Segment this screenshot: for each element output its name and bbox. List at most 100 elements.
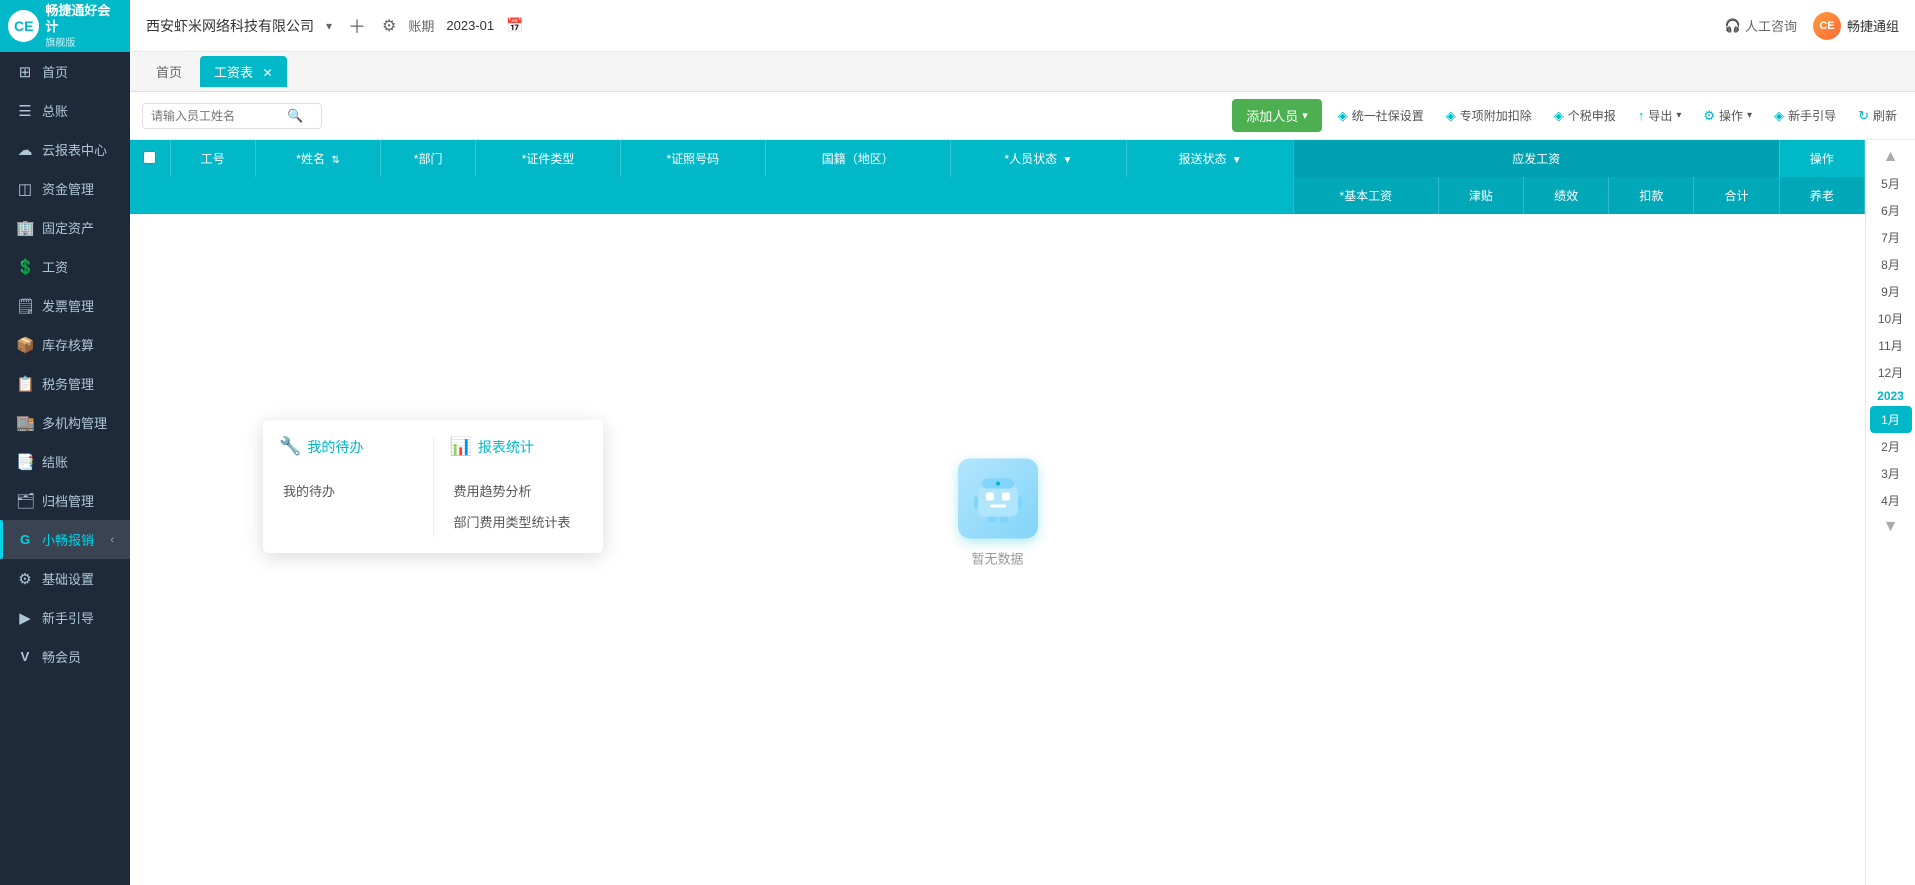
operations-action[interactable]: ⚙ 操作 ▾	[1697, 103, 1758, 128]
company-dropdown[interactable]: ▾	[326, 19, 332, 33]
toolbar-actions: 添加人员 ▾ ◈ 统一社保设置 ◈ 专项附加扣除 ◈ 个税申报 ↑ 导出 ▾ ⚙	[1232, 99, 1903, 132]
sidebar-item-fund[interactable]: ◫ 资金管理	[0, 169, 130, 208]
settings-icon[interactable]: ⚙	[382, 16, 396, 36]
sidebar-item-invoice[interactable]: 🗒 发票管理	[0, 286, 130, 325]
month-10[interactable]: 10月	[1870, 305, 1912, 332]
sidebar-item-fixed-assets[interactable]: 🏢 固定资产	[0, 208, 130, 247]
period-value: 2023-01	[446, 18, 494, 33]
tax-report-action[interactable]: ◈ 个税申报	[1548, 103, 1622, 128]
sidebar-item-ledger[interactable]: ☰ 总账	[0, 91, 130, 130]
empty-illustration	[958, 458, 1038, 538]
sidebar: CE 畅捷通好会计 旗舰版 ⊞ 首页 ☰ 总账 ☁ 云报表中心 ◫ 资金管理 🏢…	[0, 0, 130, 885]
month-6[interactable]: 6月	[1870, 197, 1912, 224]
month-1-active[interactable]: 1月	[1870, 406, 1912, 433]
sidebar-item-home[interactable]: ⊞ 首页	[0, 52, 130, 91]
pension-header: 养老	[1779, 177, 1864, 214]
popup-menu: 🔧 我的待办 我的待办 📊 报表统计 费用趋势分析 部门费用类型统计表	[263, 420, 603, 553]
month-12[interactable]: 12月	[1870, 359, 1912, 386]
fixed-assets-icon: 🏢	[16, 219, 34, 237]
export-action[interactable]: ↑ 导出 ▾	[1632, 103, 1688, 128]
popup-col1-title: 🔧 我的待办	[279, 436, 417, 465]
home-icon: ⊞	[16, 63, 34, 81]
sidebar-item-settle[interactable]: 📑 结账	[0, 442, 130, 481]
select-all-checkbox[interactable]	[143, 151, 156, 164]
sidebar-item-basic-settings[interactable]: ⚙ 基础设置	[0, 559, 130, 598]
invoice-icon: 🗒	[16, 297, 34, 315]
sidebar-item-salary[interactable]: 💲 工资	[0, 247, 130, 286]
sidebar-item-new-guide[interactable]: ▶ 新手引导	[0, 598, 130, 637]
popup-col-reports: 📊 报表统计 费用趋势分析 部门费用类型统计表	[450, 436, 588, 537]
year-2023-label: 2023	[1875, 386, 1906, 406]
member-icon: V	[16, 649, 34, 664]
add-person-dropdown-arrow: ▾	[1302, 109, 1308, 122]
subsidy-header: 绩效	[1523, 177, 1608, 214]
tasks-icon: 🔧	[279, 436, 301, 457]
refresh-icon: ↻	[1858, 108, 1869, 124]
search-icon[interactable]: 🔍	[287, 108, 303, 124]
name-header[interactable]: *姓名 ⇅	[255, 140, 381, 177]
month-2[interactable]: 2月	[1870, 433, 1912, 460]
fund-icon: ◫	[16, 180, 34, 198]
tab-close-salary[interactable]: ✕	[263, 66, 273, 80]
popup-item-my-tasks[interactable]: 我的待办	[279, 475, 417, 506]
popup-divider	[433, 436, 434, 537]
dept-header: *部门	[381, 140, 476, 177]
topbar-right: 🎧 人工咨询 CE 畅捷通组	[1725, 12, 1899, 40]
user-menu[interactable]: CE 畅捷通组	[1813, 12, 1899, 40]
person-status-header[interactable]: *人员状态 ▼	[950, 140, 1126, 177]
calendar-icon[interactable]: 📅	[506, 17, 523, 34]
add-person-button[interactable]: 添加人员 ▾	[1232, 99, 1322, 132]
month-8[interactable]: 8月	[1870, 251, 1912, 278]
xiao-chang-icon: G	[16, 532, 34, 547]
sidebar-item-archive[interactable]: 🗂 归档管理	[0, 481, 130, 520]
search-input[interactable]	[151, 109, 281, 123]
month-picker: ▲ 5月 6月 7月 8月 9月 10月 11月 12月 2023 1月 2月 …	[1865, 140, 1915, 885]
search-box: 🔍	[142, 103, 322, 129]
popup-item-dept-cost[interactable]: 部门费用类型统计表	[450, 506, 588, 537]
month-picker-up[interactable]: ▲	[1879, 144, 1903, 170]
export-icon: ↑	[1638, 108, 1645, 123]
basic-settings-icon: ⚙	[16, 570, 34, 588]
sidebar-item-multi-org[interactable]: 🏬 多机构管理	[0, 403, 130, 442]
help-button[interactable]: 🎧 人工咨询	[1725, 16, 1797, 35]
special-deduction-action[interactable]: ◈ 专项附加扣除	[1440, 103, 1538, 128]
month-5[interactable]: 5月	[1870, 170, 1912, 197]
refresh-action[interactable]: ↻ 刷新	[1852, 103, 1903, 128]
logo-text: 畅捷通好会计 旗舰版	[45, 3, 122, 49]
period-label: 账期	[408, 16, 434, 35]
emp-id-header: 工号	[170, 140, 255, 177]
basic-salary-header: *基本工资	[1293, 177, 1438, 214]
new-guide-action-icon: ◈	[1774, 108, 1784, 124]
tax-icon: 📋	[16, 375, 34, 393]
salary-icon: 💲	[16, 258, 34, 276]
checkbox-header[interactable]	[130, 140, 170, 177]
deduction-header: 扣款	[1609, 177, 1694, 214]
operations-dropdown-arrow: ▾	[1747, 110, 1752, 121]
month-9[interactable]: 9月	[1870, 278, 1912, 305]
sidebar-item-member[interactable]: V 畅会员	[0, 637, 130, 676]
popup-item-cost-trend[interactable]: 费用趋势分析	[450, 475, 588, 506]
cloud-report-icon: ☁	[16, 141, 34, 159]
bonus-header: 津贴	[1438, 177, 1523, 214]
sidebar-item-cloud-report[interactable]: ☁ 云报表中心	[0, 130, 130, 169]
send-status-header[interactable]: 报送状态 ▼	[1127, 140, 1294, 177]
salary-group-header: 应发工资	[1293, 140, 1779, 177]
new-guide-action[interactable]: ◈ 新手引导	[1768, 103, 1842, 128]
tab-home[interactable]: 首页	[142, 56, 196, 87]
month-picker-down[interactable]: ▼	[1879, 514, 1903, 540]
user-name: 畅捷通组	[1847, 16, 1899, 35]
sidebar-item-inventory[interactable]: 📦 库存核算	[0, 325, 130, 364]
month-4[interactable]: 4月	[1870, 487, 1912, 514]
sidebar-item-xiao-chang[interactable]: G 小畅报销 ‹	[0, 520, 130, 559]
social-insurance-action[interactable]: ◈ 统一社保设置	[1332, 103, 1430, 128]
add-company-button[interactable]: ＋	[344, 13, 370, 39]
month-7[interactable]: 7月	[1870, 224, 1912, 251]
tab-salary[interactable]: 工资表 ✕	[200, 56, 287, 87]
month-3[interactable]: 3月	[1870, 460, 1912, 487]
sidebar-item-tax[interactable]: 📋 税务管理	[0, 364, 130, 403]
cert-no-header: *证照号码	[620, 140, 765, 177]
cert-type-header: *证件类型	[476, 140, 621, 177]
month-11[interactable]: 11月	[1870, 332, 1912, 359]
tax-report-icon: ◈	[1554, 108, 1564, 124]
salary-table: 工号 *姓名 ⇅ *部门 *证件类型 *证照号码 国籍（地区） *人员状态 ▼ …	[130, 140, 1865, 214]
